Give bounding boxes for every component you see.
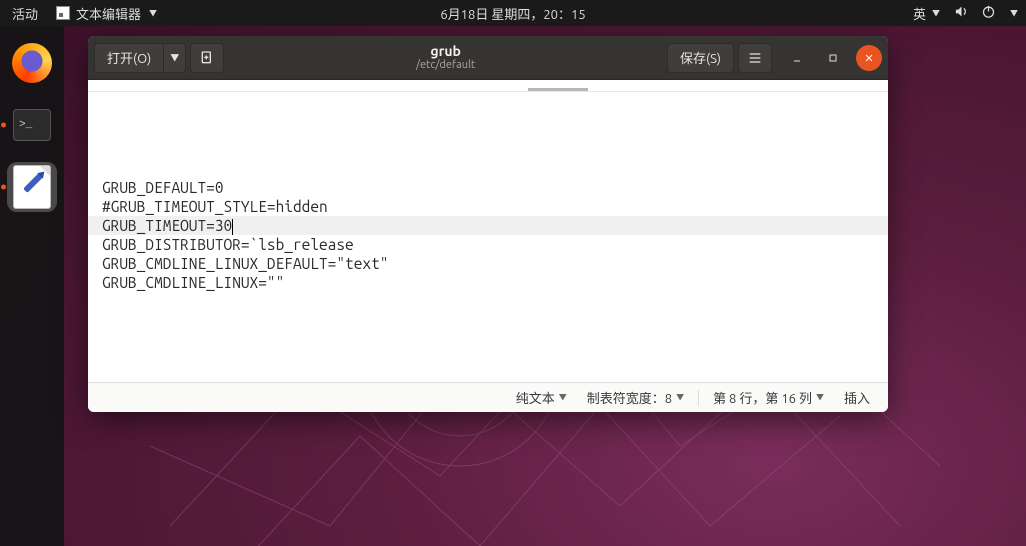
minimize-icon [791,52,803,64]
dock: >_ [0,26,64,546]
ime-label: 英 [913,4,926,23]
activities-button[interactable]: 活动 [8,4,42,23]
terminal-icon: >_ [13,109,51,141]
status-bar: 纯文本 ▼ 制表符宽度：8 ▼ 第 8 行，第 16 列 ▼ 插入 [88,382,888,412]
file-path: /etc/default [228,59,663,72]
chevron-down-icon: ▼ [932,8,940,19]
tab-width-selector[interactable]: 制表符宽度：8 ▼ [581,388,690,407]
separator [698,390,699,406]
text-editor-icon [56,6,70,20]
chevron-down-icon[interactable]: ▼ [1010,8,1018,19]
open-recent-dropdown[interactable]: ▼ [163,43,186,73]
language-label: 纯文本 [516,388,555,407]
chevron-down-icon: ▼ [170,51,179,64]
code-line[interactable]: GRUB_CMDLINE_LINUX="" [102,273,874,292]
running-indicator-dot [1,185,6,190]
chevron-down-icon: ▼ [676,392,684,403]
language-selector[interactable]: 纯文本 ▼ [510,388,573,407]
window-controls [784,45,882,71]
code-line[interactable]: GRUB_DISTRIBUTOR=`lsb_release [102,235,874,254]
app-menu[interactable]: 文本编辑器 ▼ [56,4,157,23]
gnome-top-panel: 活动 文本编辑器 ▼ 6月18日 星期四，20：15 英 ▼ ▼ [0,0,1026,26]
dock-app-text-editor[interactable] [7,162,57,212]
insert-mode[interactable]: 插入 [838,388,876,407]
open-button[interactable]: 打开(O) [94,43,163,73]
code-line[interactable]: GRUB_CMDLINE_LINUX_DEFAULT="text" [102,254,874,273]
code-line-current[interactable]: GRUB_TIMEOUT=30 [88,216,888,235]
input-method-indicator[interactable]: 英 ▼ [913,4,940,23]
chevron-down-icon: ▼ [559,392,567,403]
tab-width-label: 制表符宽度：8 [587,388,672,407]
code-line[interactable]: GRUB_DEFAULT=0 [102,178,874,197]
close-button[interactable] [856,45,882,71]
text-editor-icon [13,165,51,209]
close-icon [863,52,875,64]
editor-area[interactable]: GRUB_DEFAULT=0 #GRUB_TIMEOUT_STYLE=hidde… [88,92,888,382]
code-line[interactable]: #GRUB_TIMEOUT_STYLE=hidden [102,197,874,216]
chevron-down-icon: ▼ [816,392,824,403]
cursor-position[interactable]: 第 8 行，第 16 列 ▼ [707,388,830,407]
dock-app-firefox[interactable] [7,38,57,88]
new-document-icon [199,50,215,66]
active-tab-indicator [528,88,588,91]
title-area: grub /etc/default [228,43,663,73]
chevron-down-icon: ▼ [149,8,157,19]
hamburger-menu-button[interactable] [738,43,772,73]
file-name: grub [228,43,663,60]
app-menu-label: 文本编辑器 [76,4,141,23]
maximize-button[interactable] [820,45,846,71]
maximize-icon [827,52,839,64]
tab-strip [88,80,888,92]
minimize-button[interactable] [784,45,810,71]
hamburger-icon [747,50,763,66]
volume-icon[interactable] [954,4,969,22]
text-editor-window: 打开(O) ▼ grub /etc/default 保存(S) [88,36,888,412]
save-button[interactable]: 保存(S) [667,43,734,73]
new-tab-button[interactable] [190,43,224,73]
firefox-icon [12,43,52,83]
window-titlebar[interactable]: 打开(O) ▼ grub /etc/default 保存(S) [88,36,888,80]
power-icon[interactable] [981,4,996,22]
text-caret [232,219,233,235]
cursor-position-label: 第 8 行，第 16 列 [713,388,812,407]
running-indicator-dot [1,123,6,128]
open-button-group: 打开(O) ▼ [94,43,186,73]
panel-clock[interactable]: 6月18日 星期四，20：15 [440,4,585,23]
dock-app-terminal[interactable]: >_ [7,100,57,150]
